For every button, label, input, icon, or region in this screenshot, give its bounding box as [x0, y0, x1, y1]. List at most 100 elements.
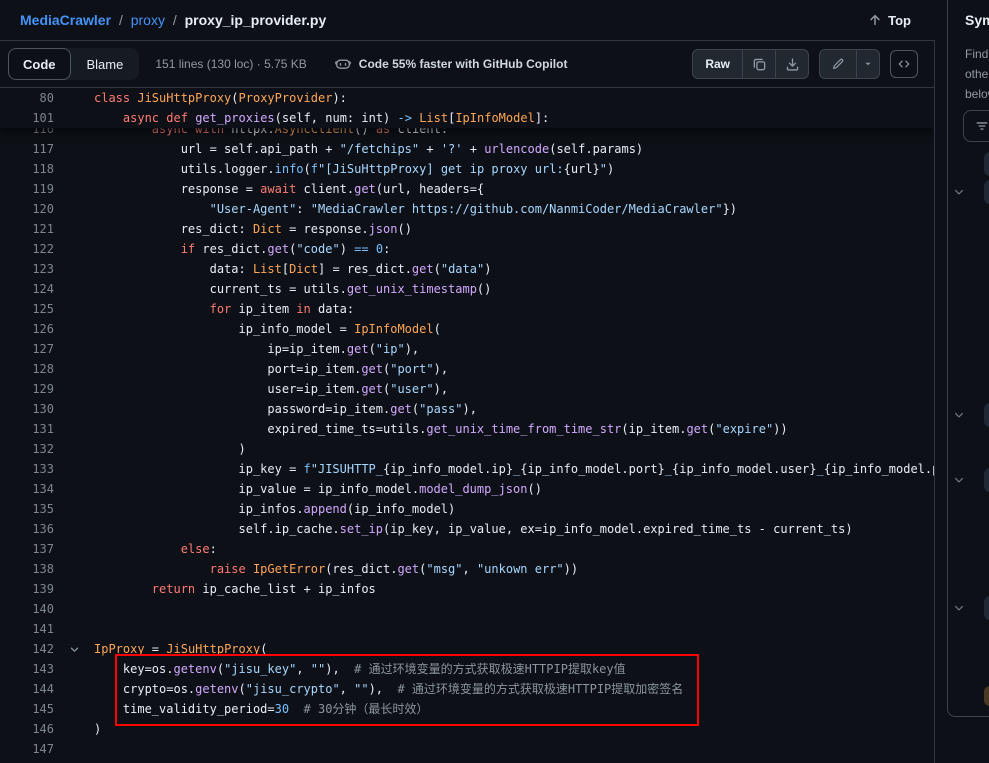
- code-line: 140: [0, 599, 934, 619]
- line-number[interactable]: 134: [0, 479, 54, 499]
- code-text: ip_infos.append(ip_info_model): [94, 499, 934, 519]
- symbol-item-highlighted[interactable]: [984, 686, 989, 706]
- line-number[interactable]: 147: [0, 739, 54, 759]
- fold-toggle: [54, 159, 94, 179]
- breadcrumb-folder-link[interactable]: proxy: [131, 12, 165, 28]
- line-number[interactable]: 130: [0, 399, 54, 419]
- line-number[interactable]: 121: [0, 219, 54, 239]
- code-line: 142 IpProxy = JiSuHttpProxy(: [0, 639, 934, 659]
- line-number[interactable]: 142: [0, 639, 54, 659]
- code-text: if res_dict.get("code") == 0:: [94, 239, 934, 259]
- fold-toggle: [54, 139, 94, 159]
- chevron-down-icon[interactable]: [953, 602, 965, 614]
- code-text: else:: [94, 539, 934, 559]
- code-line: 122 if res_dict.get("code") == 0:: [0, 239, 934, 259]
- edit-dropdown-button[interactable]: [857, 50, 879, 78]
- line-number[interactable]: 137: [0, 539, 54, 559]
- line-number[interactable]: 145: [0, 699, 54, 719]
- breadcrumb-filename: proxy_ip_provider.py: [185, 12, 327, 28]
- fold-toggle[interactable]: [54, 639, 94, 659]
- fold-toggle: [54, 359, 94, 379]
- code-line: 137 else:: [0, 539, 934, 559]
- fold-toggle: [54, 659, 94, 679]
- symbols-panel-toggle-button[interactable]: [890, 50, 918, 78]
- fold-toggle: [54, 319, 94, 339]
- line-number[interactable]: 143: [0, 659, 54, 679]
- symbol-item[interactable]: [984, 468, 989, 492]
- fold-toggle: [54, 479, 94, 499]
- code-text: "User-Agent": "MediaCrawler https://gith…: [94, 199, 934, 219]
- fold-toggle: [54, 679, 94, 699]
- line-number[interactable]: 101: [0, 108, 54, 128]
- line-number[interactable]: 146: [0, 719, 54, 739]
- line-number[interactable]: 124: [0, 279, 54, 299]
- line-number[interactable]: 119: [0, 179, 54, 199]
- line-number[interactable]: 118: [0, 159, 54, 179]
- symbols-panel-description: Find definitions and references for func…: [965, 44, 989, 104]
- line-number[interactable]: 135: [0, 499, 54, 519]
- tab-code[interactable]: Code: [8, 48, 71, 80]
- code-line: 135 ip_infos.append(ip_info_model): [0, 499, 934, 519]
- fold-toggle: [54, 399, 94, 419]
- tab-blame[interactable]: Blame: [71, 57, 140, 72]
- code-text: crypto=os.getenv("jisu_crypto", ""), # 通…: [94, 679, 934, 699]
- code-text: IpProxy = JiSuHttpProxy(: [94, 639, 934, 659]
- line-number[interactable]: 117: [0, 139, 54, 159]
- code-brackets-icon: [897, 57, 911, 71]
- code-line: 121 res_dict: Dict = response.json(): [0, 219, 934, 239]
- code-line: 123 data: List[Dict] = res_dict.get("dat…: [0, 259, 934, 279]
- code-line: 126 ip_info_model = IpInfoModel(: [0, 319, 934, 339]
- chevron-down-icon[interactable]: [953, 409, 965, 421]
- code-line: 145 time_validity_period=30 # 30分钟（最长时效）: [0, 699, 934, 719]
- triangle-down-icon: [863, 59, 873, 69]
- fold-toggle: [54, 379, 94, 399]
- line-number[interactable]: 133: [0, 459, 54, 479]
- raw-button[interactable]: Raw: [693, 50, 743, 78]
- symbols-panel-title: Symbols: [965, 12, 989, 28]
- symbol-item[interactable]: [984, 180, 989, 204]
- line-number[interactable]: 126: [0, 319, 54, 339]
- line-number[interactable]: 120: [0, 199, 54, 219]
- copilot-icon: [335, 56, 351, 72]
- symbol-item[interactable]: [984, 403, 989, 427]
- fold-chevron-down-icon[interactable]: [69, 644, 80, 655]
- code-text: ip_info_model = IpInfoModel(: [94, 319, 934, 339]
- line-number[interactable]: 132: [0, 439, 54, 459]
- line-number[interactable]: 125: [0, 299, 54, 319]
- line-number[interactable]: 141: [0, 619, 54, 639]
- code-text: return ip_cache_list + ip_infos: [94, 579, 934, 599]
- line-number[interactable]: 123: [0, 259, 54, 279]
- line-number[interactable]: 131: [0, 419, 54, 439]
- file-meta-info: 151 lines (130 loc) · 5.75 KB: [155, 57, 306, 71]
- code-text: for ip_item in data:: [94, 299, 934, 319]
- download-button[interactable]: [776, 50, 808, 78]
- code-line: 128 port=ip_item.get("port"),: [0, 359, 934, 379]
- chevron-down-icon[interactable]: [953, 474, 965, 486]
- fold-toggle: [54, 219, 94, 239]
- line-number[interactable]: 136: [0, 519, 54, 539]
- code-text: user=ip_item.get("user"),: [94, 379, 934, 399]
- line-number[interactable]: 144: [0, 679, 54, 699]
- copilot-banner[interactable]: Code 55% faster with GitHub Copilot: [335, 56, 568, 72]
- edit-file-button[interactable]: [820, 50, 857, 78]
- back-to-top-button[interactable]: Top: [868, 13, 911, 28]
- copy-raw-content-button[interactable]: [743, 50, 776, 78]
- chevron-down-icon[interactable]: [953, 186, 965, 198]
- line-number[interactable]: 122: [0, 239, 54, 259]
- symbol-item[interactable]: [984, 152, 989, 176]
- code-text: port=ip_item.get("port"),: [94, 359, 934, 379]
- breadcrumb-repo-link[interactable]: MediaCrawler: [20, 12, 111, 28]
- symbol-item[interactable]: [984, 596, 989, 620]
- line-number[interactable]: 138: [0, 559, 54, 579]
- symbols-filter-button[interactable]: [963, 110, 989, 142]
- fold-toggle: [54, 339, 94, 359]
- line-number[interactable]: 139: [0, 579, 54, 599]
- breadcrumb-separator: /: [115, 12, 127, 28]
- line-number[interactable]: 80: [0, 88, 54, 108]
- line-number[interactable]: 140: [0, 599, 54, 619]
- fold-toggle: [54, 179, 94, 199]
- line-number[interactable]: 127: [0, 339, 54, 359]
- code-viewer: 116 async with httpx.AsyncClient() as cl…: [0, 88, 934, 763]
- line-number[interactable]: 129: [0, 379, 54, 399]
- line-number[interactable]: 128: [0, 359, 54, 379]
